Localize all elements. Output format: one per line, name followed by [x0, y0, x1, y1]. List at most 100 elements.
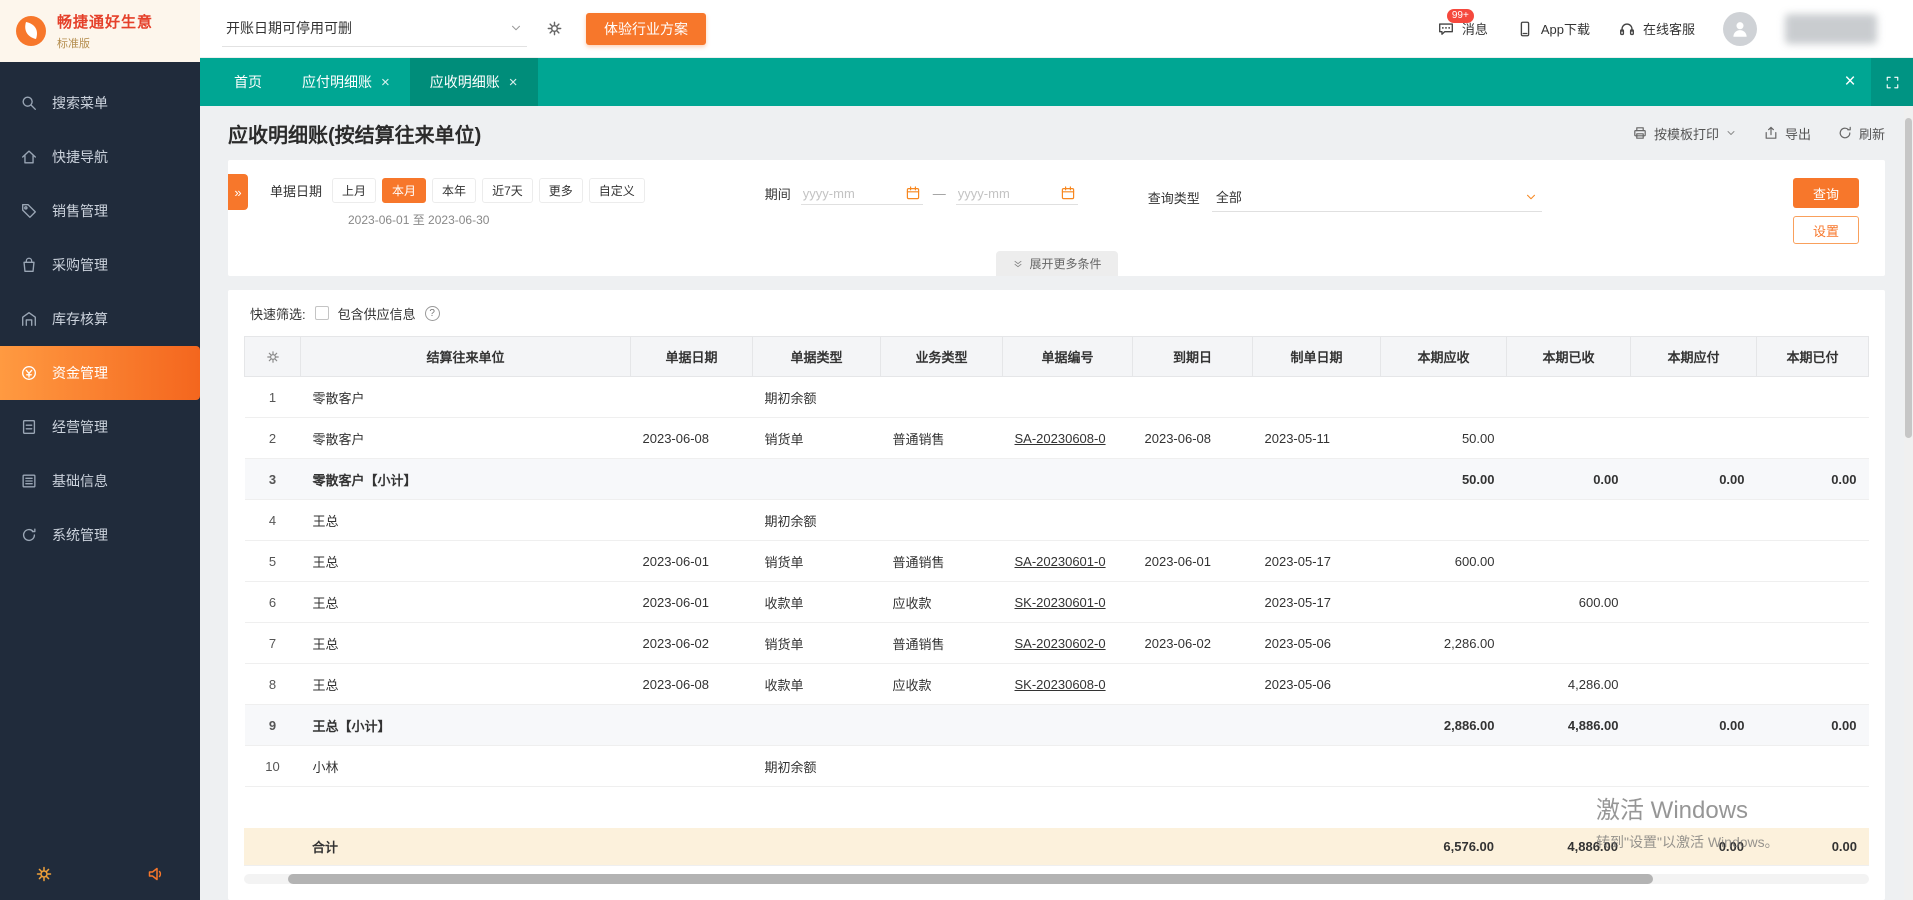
trial-solution-button[interactable]: 体验行业方案 [586, 12, 706, 45]
cell-received: 600.00 [1506, 581, 1631, 623]
online-support-button[interactable]: 在线客服 [1618, 19, 1695, 38]
table-row[interactable]: 2 零散客户 2023-06-08 销货单 普通销售 SA-20230608-0 2023-… [244, 417, 1869, 459]
column-header[interactable]: 本期应收 [1380, 336, 1507, 377]
cell-create_date: 2023-05-06 [1252, 663, 1381, 705]
table-row[interactable]: 6 王总 2023-06-01 收款单 应收款 SK-20230601-0 2023-05-… [244, 581, 1869, 623]
sidebar-item-inventory[interactable]: 库存核算 [0, 292, 200, 346]
announcement-speaker-icon[interactable] [146, 864, 166, 884]
column-header[interactable]: 单据类型 [752, 336, 881, 377]
page-toolbar: 按模板打印 导出 刷新 [1632, 124, 1885, 143]
close-all-tabs-icon[interactable]: × [1829, 58, 1871, 106]
account-period-dropdown[interactable]: 开账日期可停用可删 [222, 10, 527, 47]
cell-received [1506, 376, 1631, 418]
date-pill[interactable]: 自定义 [588, 178, 645, 203]
cell-doc_no [1002, 499, 1133, 541]
total-cell-receivable: 6,576.00 [1380, 827, 1506, 866]
column-settings-gear-icon[interactable] [265, 349, 281, 365]
user-avatar[interactable] [1723, 11, 1757, 46]
collapse-filter-tab[interactable]: » [228, 174, 248, 210]
cell-biz_type: 普通销售 [880, 622, 1003, 664]
horizontal-scrollbar-thumb[interactable] [288, 874, 1653, 884]
cell-doc_type: 销货单 [752, 417, 881, 459]
table-row[interactable]: 9 王总【小计】 2,886.00 4,886.00 0.00 0.00 [244, 704, 1869, 746]
doc-number-link[interactable]: SK-20230601-0 [1015, 595, 1106, 610]
gear-icon[interactable] [545, 19, 564, 38]
print-by-template-button[interactable]: 按模板打印 [1632, 124, 1737, 143]
tab-home[interactable]: 首页 [214, 58, 282, 106]
search-button[interactable]: 查询 [1793, 178, 1859, 208]
settings-gear-icon[interactable] [34, 864, 54, 884]
period-label: 期间 [764, 187, 791, 202]
table-row[interactable]: 10 小林 期初余额 [244, 745, 1869, 787]
column-header[interactable]: 本期已付 [1756, 336, 1869, 377]
table-row[interactable]: 1 零散客户 期初余额 [244, 376, 1869, 418]
doc-number-link[interactable]: SK-20230608-0 [1015, 677, 1106, 692]
column-header[interactable]: 本期已收 [1506, 336, 1631, 377]
filter-main: 单据日期 上月 本月 本年 近7天 更多 自定义 2023-06-01 至 2023-06… [270, 178, 1859, 244]
sidebar-item-search-menu[interactable]: 搜索菜单 [0, 76, 200, 130]
date-pill[interactable]: 近7天 [482, 178, 533, 203]
sidebar-item-purchase[interactable]: 采购管理 [0, 238, 200, 292]
refresh-button[interactable]: 刷新 [1837, 124, 1885, 143]
sidebar-item-base-info[interactable]: 基础信息 [0, 454, 200, 508]
selected-date-range: 2023-06-01 至 2023-06-30 [348, 213, 490, 227]
cell-payable [1630, 540, 1757, 582]
sidebar-item-sales[interactable]: 销售管理 [0, 184, 200, 238]
row-number-cell: 7 [244, 622, 301, 664]
fullscreen-icon[interactable] [1871, 58, 1913, 106]
expand-more-conditions[interactable]: 展开更多条件 [995, 251, 1118, 276]
download-box-icon [1516, 20, 1534, 38]
doc-number-link[interactable]: SA-20230602-0 [1015, 636, 1106, 651]
query-type-select[interactable]: 全部 [1211, 182, 1542, 212]
vertical-scrollbar-thumb[interactable] [1905, 118, 1912, 438]
tab-receivable[interactable]: 应收明细账 × [409, 58, 538, 106]
table-row[interactable]: 4 王总 期初余额 [244, 499, 1869, 541]
close-icon[interactable]: × [509, 74, 518, 91]
include-supplier-checkbox[interactable] [314, 306, 329, 320]
doc-number-link[interactable]: SA-20230601-0 [1015, 554, 1106, 569]
cell-biz_type: 普通销售 [880, 540, 1003, 582]
close-icon[interactable]: × [381, 74, 390, 91]
tab-payable[interactable]: 应付明细账 × [282, 58, 410, 106]
total-row: 合计 6,576.00 4,886.00 0.00 0.00 [244, 827, 1869, 866]
column-header[interactable]: 单据编号 [1002, 336, 1133, 377]
app-download-button[interactable]: App下载 [1516, 19, 1590, 38]
date-pill[interactable]: 上月 [332, 178, 377, 203]
cell-biz_type [880, 704, 1003, 746]
settings-button[interactable]: 设置 [1793, 216, 1859, 244]
column-header[interactable]: 本期应付 [1630, 336, 1757, 377]
cell-doc_date: 2023-06-02 [630, 622, 753, 664]
table-row[interactable]: 7 王总 2023-06-02 销货单 普通销售 SA-20230602-0 2023-06… [244, 622, 1869, 664]
table-row[interactable]: 8 王总 2023-06-08 收款单 应收款 SK-20230608-0 2023-05-… [244, 663, 1869, 705]
total-table: 合计 6,576.00 4,886.00 0.00 0.00 [244, 827, 1869, 866]
export-button[interactable]: 导出 [1763, 124, 1811, 143]
sidebar-item-quick-nav[interactable]: 快捷导航 [0, 130, 200, 184]
doc-number-link[interactable]: SA-20230608-0 [1015, 431, 1106, 446]
column-header[interactable]: 单据日期 [630, 336, 753, 377]
table-row[interactable]: 5 王总 2023-06-01 销货单 普通销售 SA-20230601-0 2023-06… [244, 540, 1869, 582]
tab-label: 首页 [234, 74, 262, 90]
date-pill[interactable]: 本月 [382, 178, 427, 203]
period-to-input[interactable] [957, 185, 1054, 201]
column-header[interactable]: 结算往来单位 [300, 336, 631, 377]
cell-doc_date [630, 376, 753, 418]
date-pill[interactable]: 本年 [432, 178, 477, 203]
row-number-cell: 5 [244, 540, 301, 582]
period-from-input[interactable] [802, 185, 899, 201]
sidebar-item-funds[interactable]: 资金管理 [0, 346, 200, 400]
online-support-label: 在线客服 [1642, 22, 1695, 37]
column-header[interactable]: 到期日 [1132, 336, 1253, 377]
sidebar-item-system[interactable]: 系统管理 [0, 508, 200, 562]
messages-button[interactable]: 99+ 消息 [1437, 9, 1488, 38]
cell-paid [1756, 622, 1869, 664]
sidebar-item-business[interactable]: 经营管理 [0, 400, 200, 454]
help-icon[interactable]: ? [424, 305, 440, 321]
sidebar-item-label: 采购管理 [52, 257, 108, 273]
table-row[interactable]: 3 零散客户【小计】 50.00 0.00 0.00 0.00 [244, 458, 1869, 500]
calendar-icon[interactable] [1060, 185, 1076, 201]
calendar-icon[interactable] [905, 185, 921, 201]
column-header[interactable]: 制单日期 [1252, 336, 1381, 377]
total-cell-received: 4,886.00 [1506, 827, 1630, 866]
date-pill[interactable]: 更多 [538, 178, 583, 203]
column-header[interactable]: 业务类型 [880, 336, 1003, 377]
